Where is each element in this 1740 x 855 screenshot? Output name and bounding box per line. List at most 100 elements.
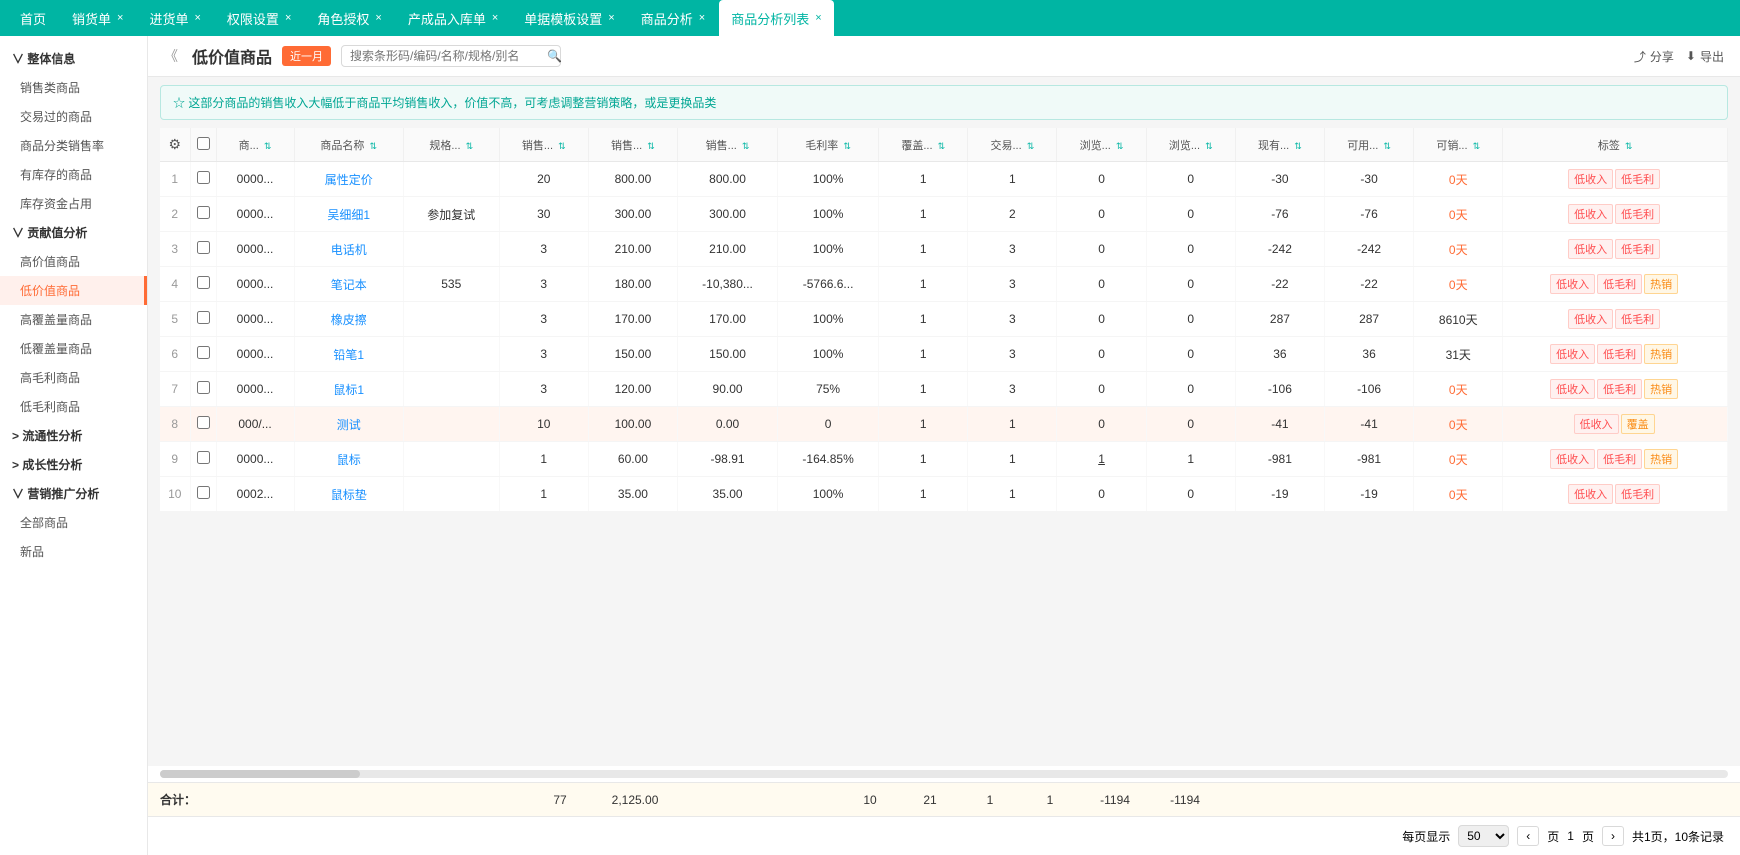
row-checkbox[interactable] — [197, 276, 210, 289]
browse-count1: 0 — [1057, 372, 1146, 407]
col-available: 可用... ⇅ — [1325, 128, 1414, 162]
sidebar-item-low-coverage[interactable]: 低覆盖量商品 — [0, 334, 147, 363]
coverage: 1 — [879, 407, 968, 442]
close-icon[interactable]: × — [375, 12, 381, 24]
settings-icon[interactable]: ⚙ — [168, 136, 181, 152]
product-name[interactable]: 属性定价 — [294, 162, 403, 197]
product-name[interactable]: 鼠标 — [294, 442, 403, 477]
page-size-select[interactable]: 50 100 200 — [1458, 825, 1509, 847]
product-code: 0000... — [216, 232, 294, 267]
sidebar-item-low-value[interactable]: 低价值商品 — [0, 276, 147, 305]
row-checkbox[interactable] — [197, 311, 210, 324]
row-checkbox[interactable] — [197, 381, 210, 394]
close-icon[interactable]: × — [117, 12, 123, 24]
share-button[interactable]: ⤴ 分享 — [1634, 48, 1674, 65]
margin-rate: -164.85% — [778, 442, 879, 477]
row-checkbox-cell[interactable] — [190, 372, 216, 407]
product-name[interactable]: 橡皮擦 — [294, 302, 403, 337]
sidebar: ∨ 整体信息 销售类商品 交易过的商品 商品分类销售率 有库存的商品 库存资金占… — [0, 36, 148, 855]
close-icon[interactable]: × — [492, 12, 498, 24]
browse-count2: 0 — [1146, 407, 1235, 442]
row-checkbox-cell[interactable] — [190, 442, 216, 477]
sales-qty: 1 — [499, 442, 588, 477]
sidebar-group-circulation[interactable]: > 流通性分析 — [0, 421, 147, 450]
sales-profit: 35.00 — [678, 477, 778, 512]
product-name[interactable]: 电话机 — [294, 232, 403, 267]
footer-current: -1194 — [1080, 793, 1150, 807]
sidebar-item-capital[interactable]: 库存资金占用 — [0, 189, 147, 218]
search-icon[interactable]: 🔍 — [547, 49, 562, 63]
close-icon[interactable]: × — [699, 12, 705, 24]
sidebar-group-growth[interactable]: > 成长性分析 — [0, 450, 147, 479]
product-name[interactable]: 吴细细1 — [294, 197, 403, 232]
product-name[interactable]: 铅笔1 — [294, 337, 403, 372]
row-checkbox[interactable] — [197, 171, 210, 184]
sidebar-item-high-value[interactable]: 高价值商品 — [0, 247, 147, 276]
margin-rate: 100% — [778, 302, 879, 337]
row-checkbox-cell[interactable] — [190, 337, 216, 372]
sidebar-item-high-margin[interactable]: 高毛利商品 — [0, 363, 147, 392]
row-checkbox-cell[interactable] — [190, 407, 216, 442]
current-stock: -41 — [1235, 407, 1324, 442]
collapse-button[interactable]: 《 — [164, 46, 178, 66]
sidebar-group-overall[interactable]: ∨ 整体信息 — [0, 44, 147, 73]
sidebar-item-new-products[interactable]: 新品 — [0, 537, 147, 566]
product-spec: 参加复试 — [403, 197, 499, 232]
nav-sales-order[interactable]: 销货单 × — [60, 0, 135, 36]
coverage: 1 — [879, 442, 968, 477]
row-checkbox[interactable] — [197, 241, 210, 254]
select-all-checkbox[interactable] — [197, 137, 210, 150]
close-icon[interactable]: × — [194, 12, 200, 24]
nav-product-analysis[interactable]: 商品分析 × — [629, 0, 717, 36]
sidebar-group-marketing[interactable]: ∨ 营销推广分析 — [0, 479, 147, 508]
scrollbar-area[interactable] — [148, 766, 1740, 782]
current-stock: 287 — [1235, 302, 1324, 337]
sidebar-item-stock-products[interactable]: 有库存的商品 — [0, 160, 147, 189]
row-checkbox[interactable] — [197, 346, 210, 359]
coverage: 1 — [879, 337, 968, 372]
product-name[interactable]: 测试 — [294, 407, 403, 442]
sidebar-item-all-products[interactable]: 全部商品 — [0, 508, 147, 537]
export-button[interactable]: ⬇ 导出 — [1686, 48, 1724, 65]
available-stock: -106 — [1325, 372, 1414, 407]
close-icon[interactable]: × — [815, 12, 821, 24]
sidebar-item-traded-products[interactable]: 交易过的商品 — [0, 102, 147, 131]
row-checkbox-cell[interactable] — [190, 477, 216, 512]
nav-permission[interactable]: 权限设置 × — [215, 0, 303, 36]
next-page-button[interactable]: › — [1602, 826, 1624, 846]
product-name[interactable]: 鼠标1 — [294, 372, 403, 407]
row-checkbox-cell[interactable] — [190, 267, 216, 302]
prev-page-button[interactable]: ‹ — [1517, 826, 1539, 846]
time-tag-button[interactable]: 近一月 — [282, 46, 331, 66]
row-checkbox[interactable] — [197, 486, 210, 499]
sidebar-group-contribution[interactable]: ∨ 贡献值分析 — [0, 218, 147, 247]
search-input[interactable] — [341, 45, 561, 67]
nav-role-auth[interactable]: 角色授权 × — [305, 0, 393, 36]
nav-product-stock[interactable]: 产成品入库单 × — [396, 0, 510, 36]
row-checkbox-cell[interactable] — [190, 162, 216, 197]
sidebar-item-high-coverage[interactable]: 高覆盖量商品 — [0, 305, 147, 334]
close-icon[interactable]: × — [608, 12, 614, 24]
nav-template[interactable]: 单据模板设置 × — [512, 0, 626, 36]
nav-purchase-order[interactable]: 进货单 × — [137, 0, 212, 36]
row-checkbox-cell[interactable] — [190, 302, 216, 337]
row-checkbox-cell[interactable] — [190, 197, 216, 232]
close-icon[interactable]: × — [285, 12, 291, 24]
sidebar-item-category-rate[interactable]: 商品分类销售率 — [0, 131, 147, 160]
page-label-2: 页 — [1582, 828, 1594, 845]
coverage: 1 — [879, 197, 968, 232]
row-checkbox[interactable] — [197, 206, 210, 219]
nav-product-analysis-list[interactable]: 商品分析列表 × — [719, 0, 833, 36]
nav-home[interactable]: 首页 — [8, 0, 58, 36]
sidebar-item-low-margin[interactable]: 低毛利商品 — [0, 392, 147, 421]
trade-count: 3 — [968, 267, 1057, 302]
product-name[interactable]: 鼠标垫 — [294, 477, 403, 512]
product-code: 0000... — [216, 442, 294, 477]
row-checkbox-cell[interactable] — [190, 232, 216, 267]
product-name[interactable]: 笔记本 — [294, 267, 403, 302]
product-code: 0000... — [216, 337, 294, 372]
row-checkbox[interactable] — [197, 416, 210, 429]
row-checkbox[interactable] — [197, 451, 210, 464]
margin-rate: 0 — [778, 407, 879, 442]
sidebar-item-sales-products[interactable]: 销售类商品 — [0, 73, 147, 102]
